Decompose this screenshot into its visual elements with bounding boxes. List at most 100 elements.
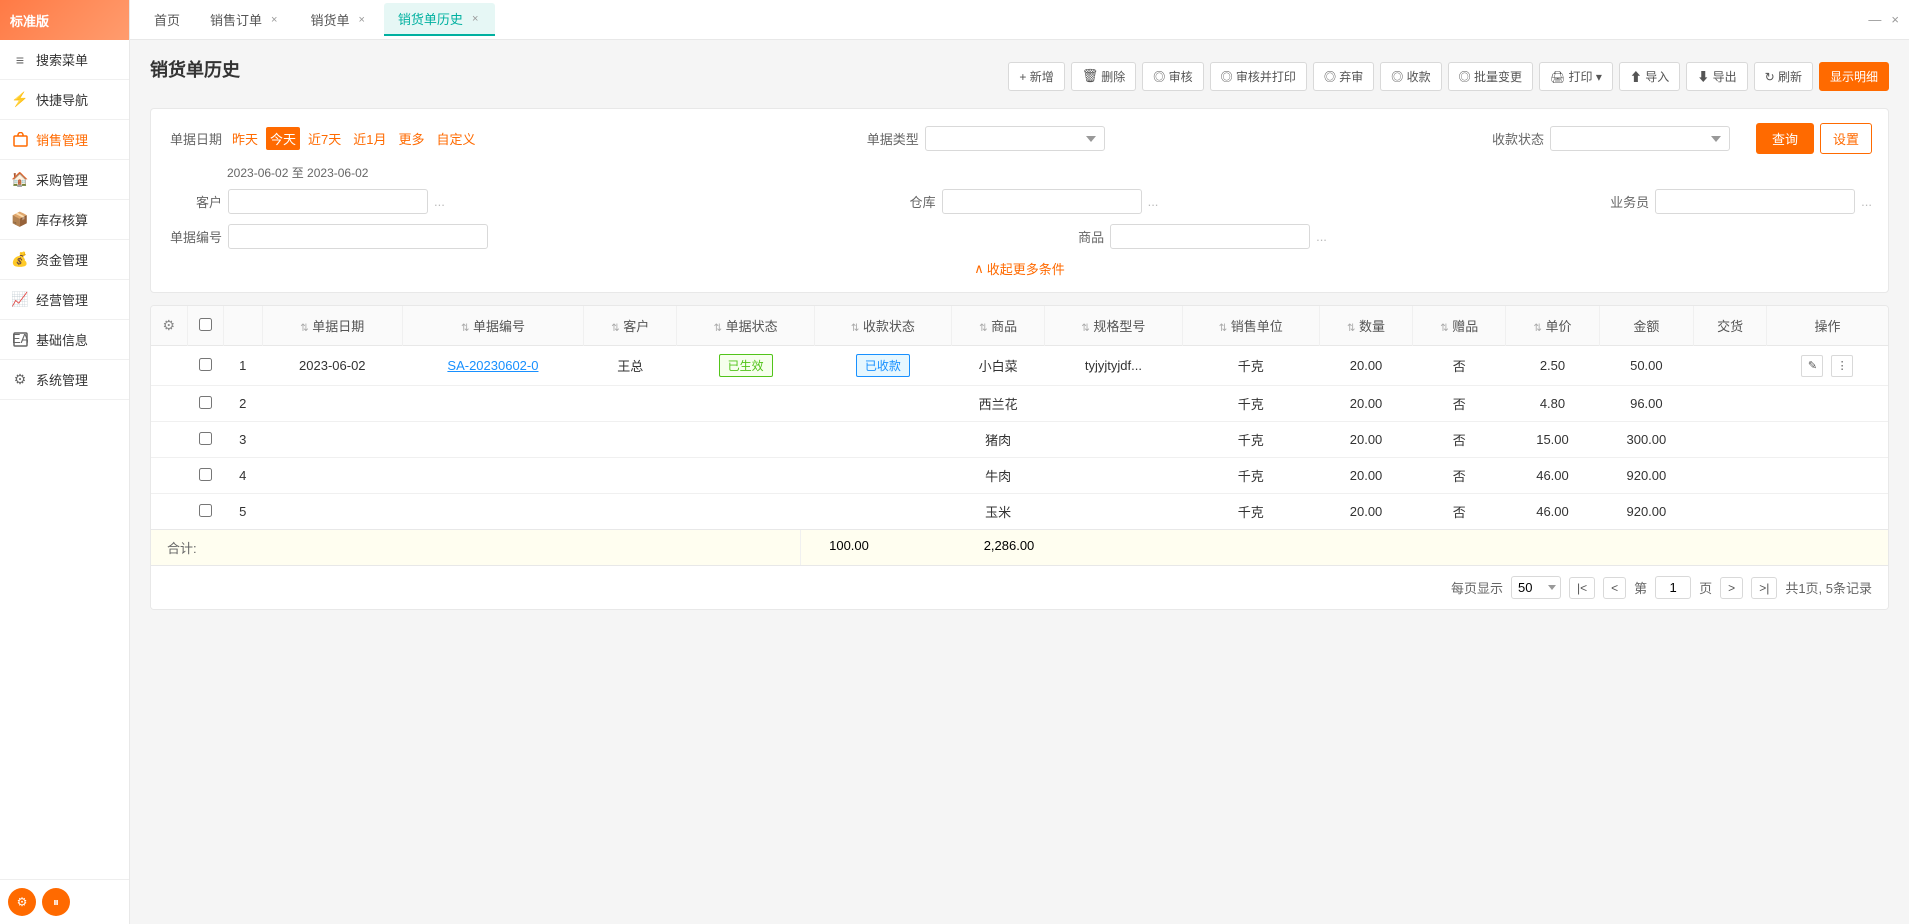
- td-doc-no[interactable]: [402, 494, 583, 530]
- sidebar-item-purchase-mgmt[interactable]: 🏠 采购管理: [0, 160, 129, 200]
- row-checkbox[interactable]: [199, 504, 212, 517]
- customer-dot[interactable]: ...: [434, 194, 445, 209]
- goods-dot[interactable]: ...: [1316, 229, 1327, 244]
- th-spec-type[interactable]: ⇅ 规格型号: [1045, 306, 1182, 346]
- customer-input[interactable]: [228, 189, 428, 214]
- export-button[interactable]: ⬇ 导出: [1686, 62, 1747, 91]
- print-button[interactable]: 🖨 打印 ▾: [1539, 62, 1613, 91]
- th-gift[interactable]: ⇅ 赠品: [1413, 306, 1506, 346]
- refresh-button[interactable]: ↻ 刷新: [1754, 62, 1813, 91]
- page-first-button[interactable]: |<: [1569, 577, 1595, 599]
- shortcut-more[interactable]: 更多: [395, 127, 429, 150]
- th-sales-unit[interactable]: ⇅ 销售单位: [1182, 306, 1319, 346]
- page-prev-button[interactable]: <: [1603, 577, 1626, 599]
- sidebar-item-ops-mgmt[interactable]: 📈 经营管理: [0, 280, 129, 320]
- th-collect-status[interactable]: ⇅ 收款状态: [814, 306, 951, 346]
- shortcut-7days[interactable]: 近7天: [304, 127, 345, 150]
- sidebar-item-label: 库存核算: [36, 210, 88, 229]
- td-goods: 西兰花: [952, 386, 1045, 422]
- tab-sales-history-close[interactable]: ×: [469, 12, 481, 26]
- td-qty: 20.00: [1319, 458, 1412, 494]
- batch-change-button[interactable]: ◎ 批量变更: [1448, 62, 1533, 91]
- table-settings-icon[interactable]: ⚙: [162, 317, 175, 333]
- discard-button[interactable]: ◎ 弃审: [1313, 62, 1374, 91]
- sidebar-item-label: 快捷导航: [36, 90, 88, 109]
- row-checkbox[interactable]: [199, 396, 212, 409]
- more-button[interactable]: ⋮: [1831, 355, 1853, 377]
- import-button[interactable]: ⬆ 导入: [1619, 62, 1680, 91]
- page-next-button[interactable]: >: [1720, 577, 1743, 599]
- collect-button[interactable]: ◎ 收款: [1380, 62, 1441, 91]
- th-customer[interactable]: ⇅ 客户: [584, 306, 677, 346]
- salesperson-dot[interactable]: ...: [1861, 194, 1872, 209]
- shortcut-custom[interactable]: 自定义: [433, 127, 480, 150]
- td-doc-no[interactable]: SA-20230602-0: [402, 346, 583, 386]
- th-goods[interactable]: ⇅ 商品: [952, 306, 1045, 346]
- warehouse-input[interactable]: [942, 189, 1142, 214]
- row-checkbox[interactable]: [199, 468, 212, 481]
- th-doc-no[interactable]: ⇅ 单据编号: [402, 306, 583, 346]
- warehouse-dot[interactable]: ...: [1148, 194, 1159, 209]
- sidebar-item-sys-mgmt[interactable]: ⚙ 系统管理: [0, 360, 129, 400]
- sidebar-item-search-menu[interactable]: ≡ 搜索菜单: [0, 40, 129, 80]
- audit-print-button[interactable]: ◎ 审核并打印: [1210, 62, 1307, 91]
- sort-icon: ⇅: [461, 323, 469, 334]
- th-check[interactable]: [187, 306, 223, 346]
- th-doc-status[interactable]: ⇅ 单据状态: [677, 306, 814, 346]
- td-doc-no[interactable]: [402, 458, 583, 494]
- tab-sales-order-close[interactable]: ×: [268, 13, 280, 27]
- page-size-select[interactable]: 10 20 50 100: [1511, 576, 1561, 599]
- tab-sales-goods-close[interactable]: ×: [355, 13, 367, 27]
- row-checkbox[interactable]: [199, 358, 212, 371]
- collapse-button[interactable]: ∧ 收起更多条件: [167, 259, 1872, 278]
- sidebar-item-basic-info[interactable]: EA 基础信息: [0, 320, 129, 360]
- sidebar-item-funds-mgmt[interactable]: 💰 资金管理: [0, 240, 129, 280]
- goods-input[interactable]: [1110, 224, 1310, 249]
- sidebar-item-quick-nav[interactable]: ⚡ 快捷导航: [0, 80, 129, 120]
- td-check[interactable]: [187, 494, 223, 530]
- sidebar-bottom-btn-pause[interactable]: ⏸: [42, 888, 70, 916]
- th-unit-price[interactable]: ⇅ 单价: [1506, 306, 1599, 346]
- query-button[interactable]: 查询: [1756, 123, 1814, 154]
- audit-button[interactable]: ◎ 审核: [1142, 62, 1203, 91]
- edit-button[interactable]: ✎: [1801, 355, 1823, 377]
- td-customer: [584, 422, 677, 458]
- collect-status-select[interactable]: [1550, 126, 1730, 151]
- td-check[interactable]: [187, 346, 223, 386]
- shortcut-yesterday[interactable]: 昨天: [228, 127, 262, 150]
- td-doc-no[interactable]: [402, 422, 583, 458]
- td-action: ✎ ⋮: [1767, 346, 1888, 386]
- td-doc-no[interactable]: [402, 386, 583, 422]
- salesperson-input[interactable]: [1655, 189, 1855, 214]
- tab-home[interactable]: 首页: [140, 4, 194, 35]
- doc-type-label: 单据类型: [864, 129, 919, 148]
- sidebar-item-inventory-calc[interactable]: 📦 库存核算: [0, 200, 129, 240]
- td-check[interactable]: [187, 458, 223, 494]
- tab-sales-order[interactable]: 销售订单 ×: [196, 4, 294, 35]
- sidebar-bottom-btn-settings[interactable]: ⚙: [8, 888, 36, 916]
- td-check[interactable]: [187, 386, 223, 422]
- doc-no-input[interactable]: [228, 224, 488, 249]
- doc-type-select[interactable]: [925, 126, 1105, 151]
- show-detail-button[interactable]: 显示明细: [1819, 62, 1889, 91]
- th-qty[interactable]: ⇅ 数量: [1319, 306, 1412, 346]
- window-close-icon[interactable]: ×: [1891, 12, 1899, 27]
- add-button[interactable]: + 新增: [1008, 62, 1064, 91]
- delete-button[interactable]: 🗑 删除: [1071, 62, 1137, 91]
- settings-button[interactable]: 设置: [1820, 123, 1872, 154]
- tab-sales-goods[interactable]: 销货单 ×: [296, 4, 381, 35]
- th-settings[interactable]: ⚙: [151, 306, 187, 346]
- tab-home-label: 首页: [154, 10, 180, 29]
- row-checkbox[interactable]: [199, 432, 212, 445]
- page-input[interactable]: 1: [1655, 576, 1691, 599]
- td-gift: 否: [1413, 458, 1506, 494]
- tab-sales-history[interactable]: 销货单历史 ×: [384, 3, 495, 36]
- td-check[interactable]: [187, 422, 223, 458]
- shortcut-1month[interactable]: 近1月: [349, 127, 390, 150]
- window-min-icon[interactable]: —: [1868, 12, 1881, 27]
- select-all-checkbox[interactable]: [199, 318, 212, 331]
- th-doc-date[interactable]: ⇅ 单据日期: [262, 306, 402, 346]
- sidebar-item-sales-mgmt[interactable]: 销售管理: [0, 120, 129, 160]
- page-last-button[interactable]: >|: [1751, 577, 1777, 599]
- shortcut-today[interactable]: 今天: [266, 127, 300, 150]
